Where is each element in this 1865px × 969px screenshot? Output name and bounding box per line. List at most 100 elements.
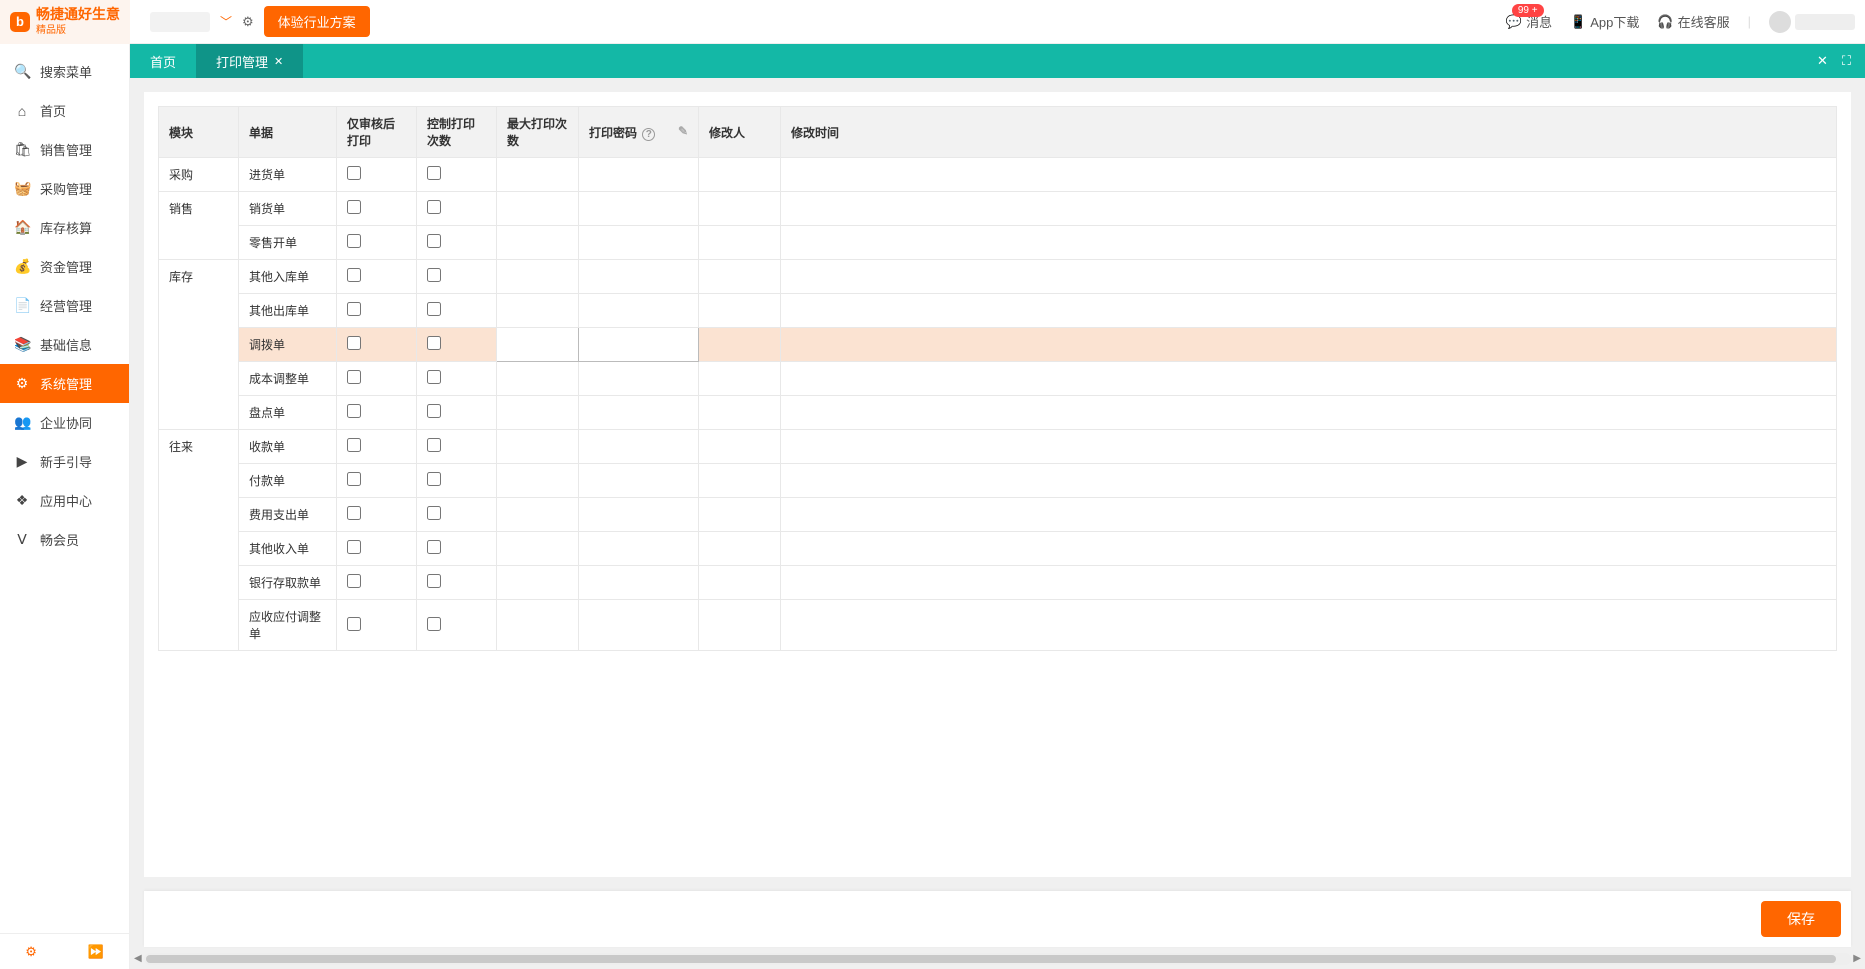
pwd-cell[interactable] [579,328,699,362]
user-cell [699,566,781,600]
settings-icon[interactable]: ⚙ [25,944,37,960]
table-row: 费用支出单 [159,498,1837,532]
print-settings-table: 模块 单据 仅审核后打印 控制打印次数 最大打印次数 打印密码 ? ✎ [158,106,1837,651]
audit-cell [337,226,417,260]
support-button[interactable]: 🎧 在线客服 [1657,12,1729,31]
table-row: 采购进货单 [159,158,1837,192]
sidebar-item-搜索菜单[interactable]: 🔍搜索菜单 [0,52,129,91]
audit-checkbox[interactable] [347,472,361,486]
audit-checkbox[interactable] [347,404,361,418]
user-cell [699,260,781,294]
control-checkbox[interactable] [427,506,441,520]
control-cell [417,430,497,464]
save-button[interactable]: 保存 [1761,901,1841,937]
user-cell [699,294,781,328]
max-cell [497,260,579,294]
sidebar-item-库存核算[interactable]: 🏠库存核算 [0,208,129,247]
audit-checkbox[interactable] [347,336,361,350]
max-cell [497,294,579,328]
menu-label: 畅会员 [40,530,79,549]
help-icon[interactable]: ? [642,128,655,141]
doc-cell: 其他出库单 [239,294,337,328]
phone-icon: 📱 [1570,14,1586,30]
tab-打印管理[interactable]: 打印管理✕ [196,44,303,78]
messages-button[interactable]: 💬 99 + 消息 [1506,12,1552,31]
audit-cell [337,294,417,328]
table-row: 银行存取款单 [159,566,1837,600]
control-checkbox[interactable] [427,166,441,180]
control-checkbox[interactable] [427,617,441,631]
sidebar-item-系统管理[interactable]: ⚙系统管理 [0,364,129,403]
audit-checkbox[interactable] [347,166,361,180]
user-menu[interactable] [1769,11,1855,33]
org-selector[interactable]: ﹀ ⚙ 体验行业方案 [150,6,370,37]
sidebar-item-首页[interactable]: ⌂首页 [0,91,129,130]
doc-cell: 其他收入单 [239,532,337,566]
control-checkbox[interactable] [427,404,441,418]
audit-cell [337,464,417,498]
sidebar-item-基础信息[interactable]: 📚基础信息 [0,325,129,364]
support-label: 在线客服 [1678,12,1730,31]
doc-cell: 盘点单 [239,396,337,430]
control-cell [417,464,497,498]
audit-checkbox[interactable] [347,506,361,520]
control-checkbox[interactable] [427,200,441,214]
horizontal-scrollbar[interactable]: ◀ ▶ [144,953,1851,965]
audit-checkbox[interactable] [347,574,361,588]
audit-checkbox[interactable] [347,200,361,214]
max-cell[interactable] [497,328,579,362]
gear-icon[interactable]: ⚙ [242,14,254,30]
control-checkbox[interactable] [427,540,441,554]
control-checkbox[interactable] [427,234,441,248]
time-cell [781,566,1837,600]
headset-icon: 🎧 [1657,14,1673,30]
audit-checkbox[interactable] [347,370,361,384]
edit-icon[interactable]: ✎ [678,124,688,138]
menu-icon: ⚙ [14,375,30,392]
tab-首页[interactable]: 首页 [130,44,196,78]
sidebar-item-新手引导[interactable]: ▶新手引导 [0,442,129,481]
table-row: 付款单 [159,464,1837,498]
scrollbar-thumb[interactable] [146,955,1836,963]
audit-checkbox[interactable] [347,268,361,282]
control-checkbox[interactable] [427,574,441,588]
control-checkbox[interactable] [427,336,441,350]
audit-cell [337,532,417,566]
table-row: 调拨单 [159,328,1837,362]
th-control: 控制打印次数 [417,107,497,158]
table-row: 应收应付调整单 [159,600,1837,651]
sidebar-item-应用中心[interactable]: ❖应用中心 [0,481,129,520]
time-cell [781,430,1837,464]
menu-icon: ❖ [14,492,30,509]
sidebar-item-畅会员[interactable]: Ⅴ畅会员 [0,520,129,559]
control-checkbox[interactable] [427,472,441,486]
scroll-right-icon[interactable]: ▶ [1853,953,1861,964]
scroll-left-icon[interactable]: ◀ [134,953,142,964]
audit-checkbox[interactable] [347,617,361,631]
tab-close-all-icon[interactable]: ✕ [1817,53,1828,69]
audit-checkbox[interactable] [347,302,361,316]
sidebar-item-资金管理[interactable]: 💰资金管理 [0,247,129,286]
close-icon[interactable]: ✕ [274,55,283,68]
sidebar-item-企业协同[interactable]: 👥企业协同 [0,403,129,442]
audit-checkbox[interactable] [347,540,361,554]
control-checkbox[interactable] [427,370,441,384]
pwd-cell [579,532,699,566]
module-cell: 采购 [159,158,239,192]
control-checkbox[interactable] [427,438,441,452]
audit-cell [337,328,417,362]
audit-checkbox[interactable] [347,234,361,248]
control-checkbox[interactable] [427,302,441,316]
sidebar-item-销售管理[interactable]: 🛍销售管理 [0,130,129,169]
sidebar-item-采购管理[interactable]: 🧺采购管理 [0,169,129,208]
audit-cell [337,158,417,192]
th-module: 模块 [159,107,239,158]
fullscreen-icon[interactable]: ⛶ [1842,53,1851,69]
collapse-icon[interactable]: ⏩ [88,944,104,960]
sidebar-item-经营管理[interactable]: 📄经营管理 [0,286,129,325]
app-download-button[interactable]: 📱 App下载 [1570,12,1639,31]
industry-cta-button[interactable]: 体验行业方案 [264,6,370,37]
control-checkbox[interactable] [427,268,441,282]
doc-cell: 费用支出单 [239,498,337,532]
audit-checkbox[interactable] [347,438,361,452]
